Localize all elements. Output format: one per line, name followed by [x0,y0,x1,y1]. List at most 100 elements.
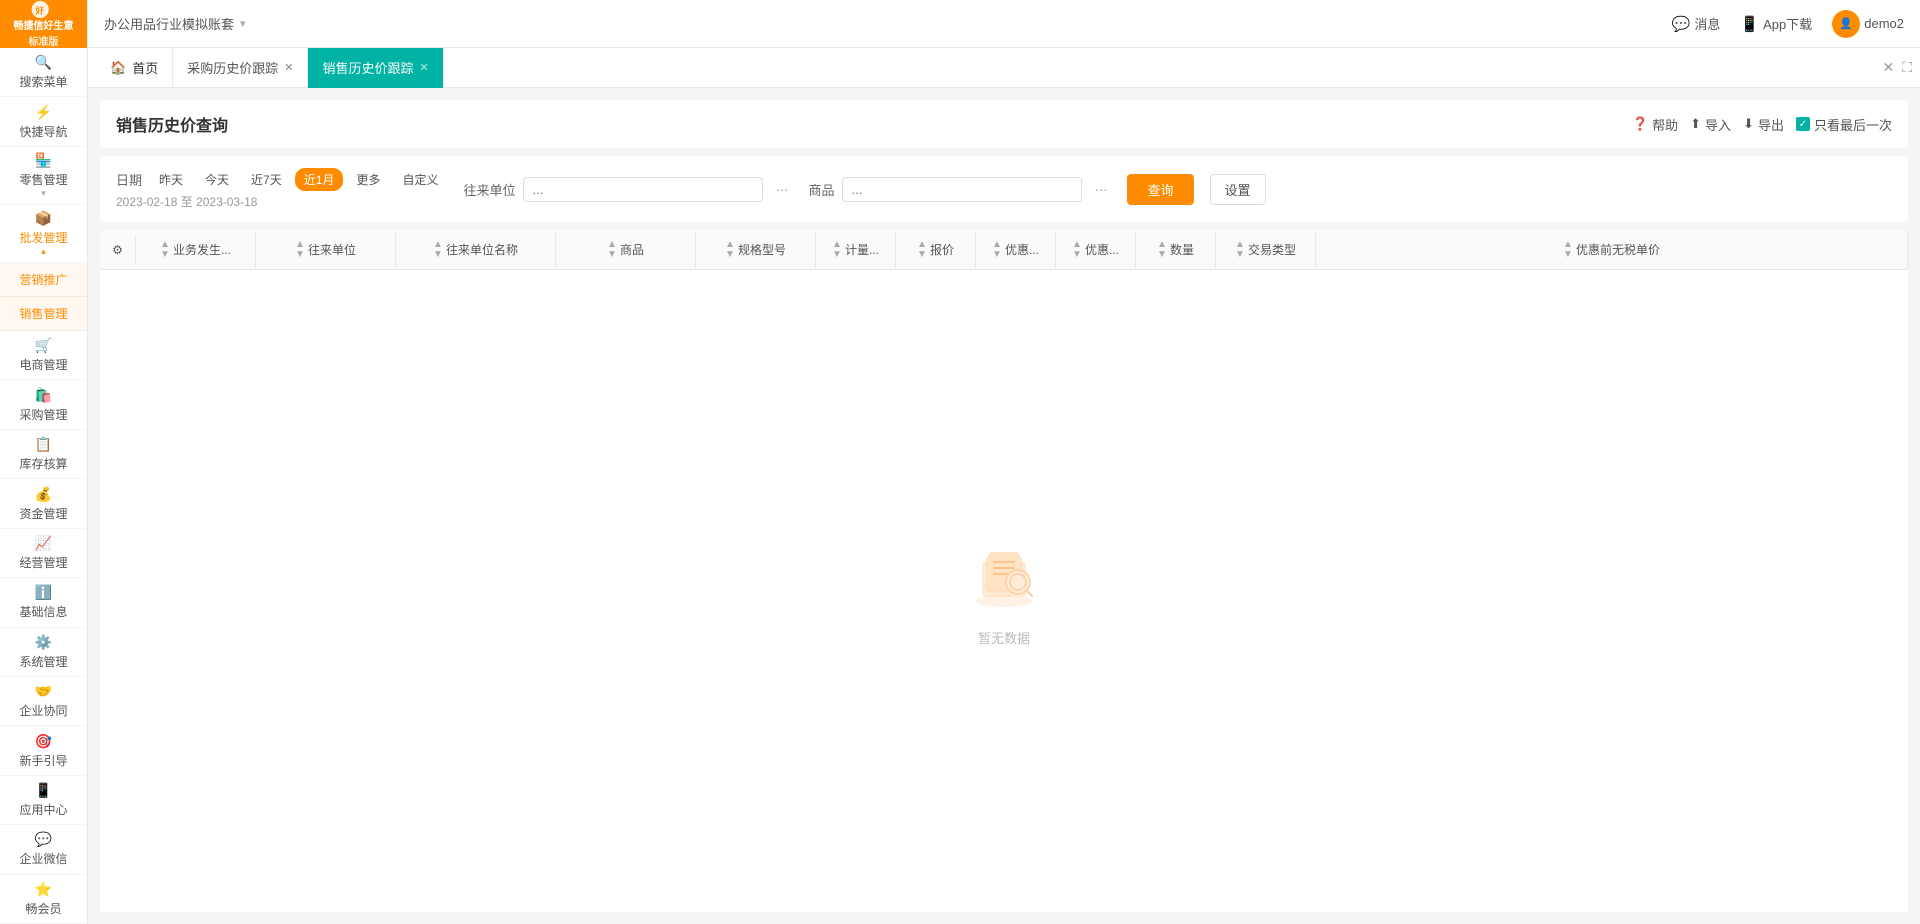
sidebar-item-operations-label: 经营管理 [19,554,67,571]
th-spec[interactable]: ▲▼ 规格型号 [696,232,816,268]
tab-purchase[interactable]: 采购历史价跟踪 ✕ [173,48,308,88]
close-window-btn[interactable]: ✕ [1882,59,1894,76]
date-filter-group: 日期 昨天 今天 近7天 近1月 更多 自定义 2023-02-18 至 202… [116,168,447,210]
sidebar-item-finance[interactable]: 💰 资金管理 [0,479,87,528]
th-trade[interactable]: ▲▼ 交易类型 [1216,232,1316,268]
app-logo[interactable]: 好 畅捷信好生意 标准版 [0,0,87,48]
newbie-icon: 🎯 [35,733,52,750]
import-label: 导入 [1705,115,1731,134]
sidebar-item-vip-label: 畅会员 [25,900,61,917]
import-btn[interactable]: ⬆ 导入 [1690,115,1731,134]
user-menu[interactable]: 👤 demo2 [1832,10,1904,38]
sort-icon-tax-price: ▲▼ [1563,240,1573,260]
sidebar-sub-marketing[interactable]: 营销推广 [0,263,87,297]
tab-sales[interactable]: 销售历史价跟踪 ✕ [308,48,443,88]
message-btn[interactable]: 💬 消息 [1672,14,1721,33]
sidebar-item-newbie[interactable]: 🎯 新手引导 [0,726,87,775]
selector-arrow-icon: ▾ [240,17,246,30]
system-icon: ⚙️ [35,634,52,651]
date-btn-yesterday[interactable]: 昨天 [150,168,192,191]
date-btn-today[interactable]: 今天 [196,168,238,191]
only-last-label: 只看最后一次 [1814,115,1892,134]
sidebar-item-system-label: 系统管理 [19,653,67,670]
message-icon: 💬 [1672,15,1691,33]
tab-purchase-label: 采购历史价跟踪 [187,58,278,77]
th-goods[interactable]: ▲▼ 商品 [556,232,696,268]
th-tax-price-label: 优惠前无税单价 [1576,241,1660,258]
unit-filter-group: 往来单位 ··· [463,177,792,202]
unit-search-icon[interactable]: ··· [771,182,792,197]
export-btn[interactable]: ⬇ 导出 [1743,115,1784,134]
tab-sales-label: 销售历史价跟踪 [322,58,413,77]
sidebar-item-retail[interactable]: 🏪 零售管理 ▾ [0,147,87,205]
help-btn[interactable]: ❓ 帮助 [1632,115,1678,134]
sidebar-item-apps-label: 应用中心 [19,801,67,818]
th-unit-name[interactable]: ▲▼ 往来单位名称 [396,232,556,268]
th-qty[interactable]: ▲▼ 数量 [1136,232,1216,268]
unit-label: 往来单位 [463,180,515,199]
unit-input[interactable] [523,177,763,202]
sidebar-item-enterprise[interactable]: 🤝 企业协同 [0,677,87,726]
th-settings[interactable]: ⚙ [100,235,136,265]
tab-home[interactable]: 🏠 首页 [96,48,173,88]
th-discount2-label: 优惠... [1085,241,1119,258]
only-last-checkbox[interactable]: ✓ 只看最后一次 [1796,115,1892,134]
close-purchase-tab-btn[interactable]: ✕ [284,61,293,74]
help-label: 帮助 [1652,115,1678,134]
sidebar-item-search[interactable]: 🔍 搜索菜单 [0,48,87,97]
sidebar-item-wechat[interactable]: 💬 企业微信 [0,825,87,874]
sidebar-item-basics[interactable]: ℹ️ 基础信息 [0,578,87,627]
sidebar-item-quick[interactable]: ⚡ 快捷导航 [0,97,87,146]
purchase-icon: 🛍️ [35,387,52,404]
sort-icon-unit: ▲▼ [832,240,842,260]
sidebar-item-operations[interactable]: 📈 经营管理 [0,529,87,578]
goods-label: 商品 [808,180,834,199]
sidebar-item-inventory[interactable]: 📋 库存核算 [0,430,87,479]
sidebar-item-system[interactable]: ⚙️ 系统管理 [0,628,87,677]
date-btn-1month[interactable]: 近1月 [295,168,344,191]
th-unit[interactable]: ▲▼ 计量... [816,232,896,268]
th-discount1[interactable]: ▲▼ 优惠... [976,232,1056,268]
goods-search-icon[interactable]: ··· [1090,182,1111,197]
sidebar-item-retail-label: 零售管理 [19,171,67,188]
goods-input[interactable] [842,177,1082,202]
th-unit-code[interactable]: ▲▼ 往来单位 [256,232,396,268]
maximize-btn[interactable]: ⛶ [1902,59,1912,76]
retail-icon: 🏪 [35,152,52,169]
th-date[interactable]: ▲▼ 业务发生... [136,232,256,268]
th-date-label: 业务发生... [173,241,231,258]
sidebar-item-purchase[interactable]: 🛍️ 采购管理 [0,380,87,429]
apps-icon: 📱 [35,782,52,799]
sort-icon-unit-code: ▲▼ [295,240,305,260]
sidebar-item-wholesale[interactable]: 📦 批发管理 ▴ [0,205,87,263]
sort-icon-date: ▲▼ [160,240,170,260]
settings-button[interactable]: 设置 [1210,174,1266,205]
search-button[interactable]: 查询 [1127,174,1193,205]
tabs-controls: ✕ ⛶ [1882,59,1912,76]
empty-text: 暂无数据 [978,628,1030,647]
operations-icon: 📈 [35,535,52,552]
topbar-right: 💬 消息 📱 App下载 👤 demo2 [1672,10,1904,38]
date-btn-more[interactable]: 更多 [347,168,389,191]
sort-icon-price: ▲▼ [917,240,927,260]
sidebar-item-ecommerce[interactable]: 🛒 电商管理 [0,331,87,380]
th-price[interactable]: ▲▼ 报价 [896,232,976,268]
sidebar-sub-sales-mgmt[interactable]: 销售管理 [0,297,87,331]
sort-icon-unit-name: ▲▼ [433,240,443,260]
sidebar-item-vip[interactable]: ⭐ 畅会员 [0,875,87,924]
sidebar-item-search-label: 搜索菜单 [19,73,67,90]
sidebar-item-apps[interactable]: 📱 应用中心 [0,776,87,825]
th-discount1-label: 优惠... [1005,241,1039,258]
account-selector[interactable]: 办公用品行业模拟账套 ▾ [104,14,246,33]
help-icon: ❓ [1632,116,1648,132]
th-discount2[interactable]: ▲▼ 优惠... [1056,232,1136,268]
th-tax-price[interactable]: ▲▼ 优惠前无税单价 [1316,232,1908,268]
sidebar-item-ecommerce-label: 电商管理 [19,356,67,373]
app-download-btn[interactable]: 📱 App下载 [1740,14,1812,33]
chevron-down-icon: ▾ [41,188,46,199]
date-btn-custom[interactable]: 自定义 [393,168,447,191]
close-sales-tab-btn[interactable]: ✕ [419,61,428,74]
date-btn-7days[interactable]: 近7天 [242,168,291,191]
sidebar-item-purchase-label: 采购管理 [19,406,67,423]
main-area: 办公用品行业模拟账套 ▾ 💬 消息 📱 App下载 👤 demo2 🏠 [88,0,1920,924]
